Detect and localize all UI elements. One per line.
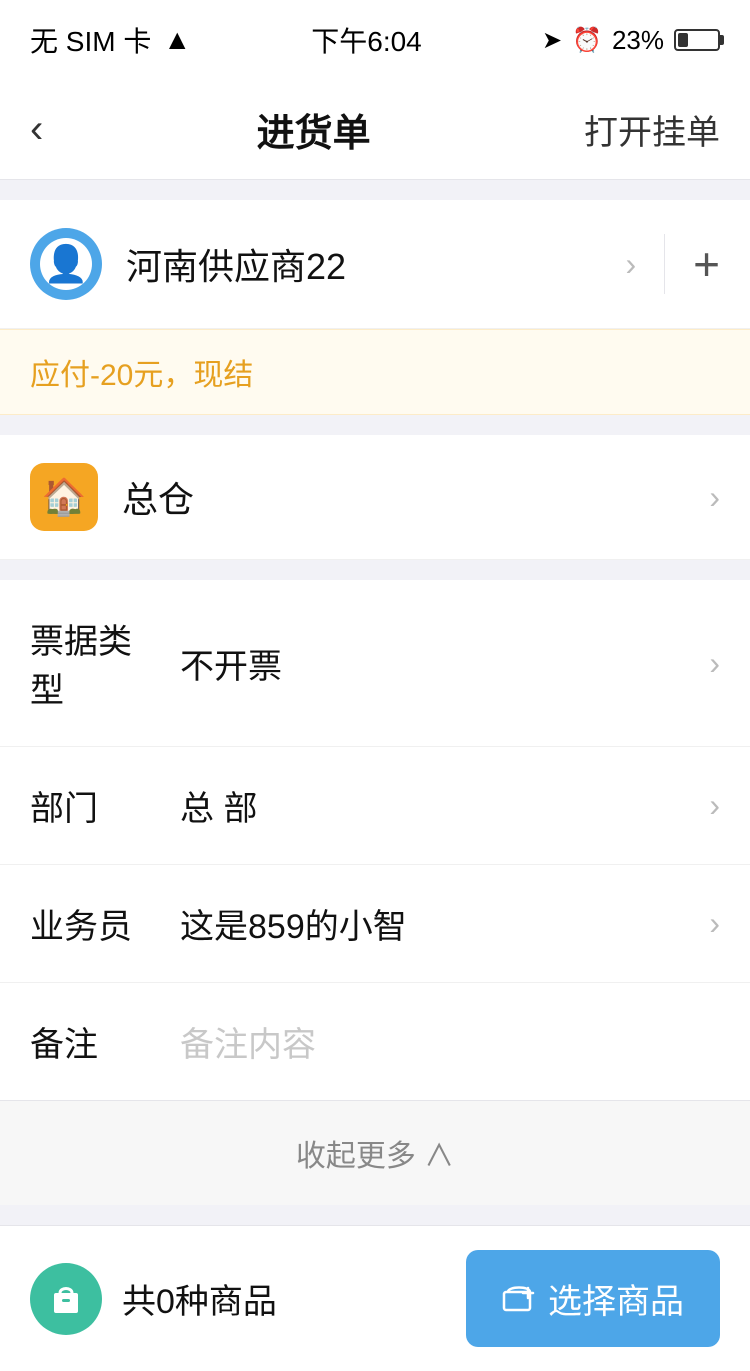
department-row[interactable]: 部门 总 部 › [0,747,750,865]
salesperson-value: 这是859的小智 [160,899,709,948]
invoice-type-row[interactable]: 票据类型 不开票 › [0,580,750,747]
department-label: 部门 [30,781,160,830]
department-chevron-icon: › [709,787,720,824]
warning-banner: 应付-20元，现结 [0,329,750,415]
form-section: 票据类型 不开票 › 部门 总 部 › 业务员 这是859的小智 › 备注 备注… [0,580,750,1100]
remark-label: 备注 [30,1017,160,1066]
vertical-divider [664,234,665,294]
cart-add-icon [502,1282,536,1316]
invoice-type-value: 不开票 [160,639,709,688]
nav-bar: ‹ 进货单 打开挂单 [0,80,750,180]
warehouse-row[interactable]: 🏠 总仓 › [0,435,750,560]
shopping-bag-icon [46,1279,86,1319]
supplier-avatar: 👤 [30,228,102,300]
wifi-icon: ▲ [163,24,191,56]
battery-icon [674,29,720,51]
open-pending-button[interactable]: 打开挂单 [584,105,720,154]
location-icon: ➤ [542,26,562,55]
select-product-label: 选择商品 [548,1274,684,1323]
house-icon: 🏠 [42,476,87,518]
supplier-chevron-icon: › [625,246,636,283]
page-title: 进货单 [257,102,371,157]
alarm-icon: ⏰ [572,26,602,55]
supplier-name: 河南供应商22 [126,238,625,290]
salesperson-label: 业务员 [30,899,160,948]
status-right: ➤ ⏰ 23% [542,25,720,56]
main-content: 👤 河南供应商22 › + 应付-20元，现结 🏠 总仓 › 票据类型 不开票 … [0,180,750,1371]
gap1 [0,180,750,200]
remark-input[interactable]: 备注内容 [160,1017,720,1066]
salesperson-chevron-icon: › [709,905,720,942]
warehouse-icon: 🏠 [30,463,98,531]
department-value: 总 部 [160,781,709,830]
warehouse-chevron-icon: › [709,479,720,516]
status-bar: 无 SIM 卡 ▲ 下午6:04 ➤ ⏰ 23% [0,0,750,80]
product-icon-circle [30,1263,102,1335]
supplier-row[interactable]: 👤 河南供应商22 › + [0,200,750,329]
carrier-text: 无 SIM 卡 [30,20,151,60]
invoice-type-label: 票据类型 [30,614,160,712]
select-product-button[interactable]: 选择商品 [466,1250,720,1347]
remark-row[interactable]: 备注 备注内容 [0,983,750,1100]
status-left: 无 SIM 卡 ▲ [30,20,191,60]
add-supplier-button[interactable]: + [693,241,720,287]
collapse-button[interactable]: 收起更多 ∧ [0,1100,750,1205]
salesperson-row[interactable]: 业务员 这是859的小智 › [0,865,750,983]
battery-percent: 23% [612,25,664,56]
invoice-type-chevron-icon: › [709,645,720,682]
back-button[interactable]: ‹ [30,107,43,152]
supplier-card: 👤 河南供应商22 › + 应付-20元，现结 [0,200,750,415]
status-time: 下午6:04 [311,20,422,60]
warehouse-name: 总仓 [122,471,709,523]
product-count-label: 共0种商品 [122,1274,466,1323]
person-icon: 👤 [44,243,89,285]
bottom-bar: 共0种商品 选择商品 [0,1225,750,1371]
